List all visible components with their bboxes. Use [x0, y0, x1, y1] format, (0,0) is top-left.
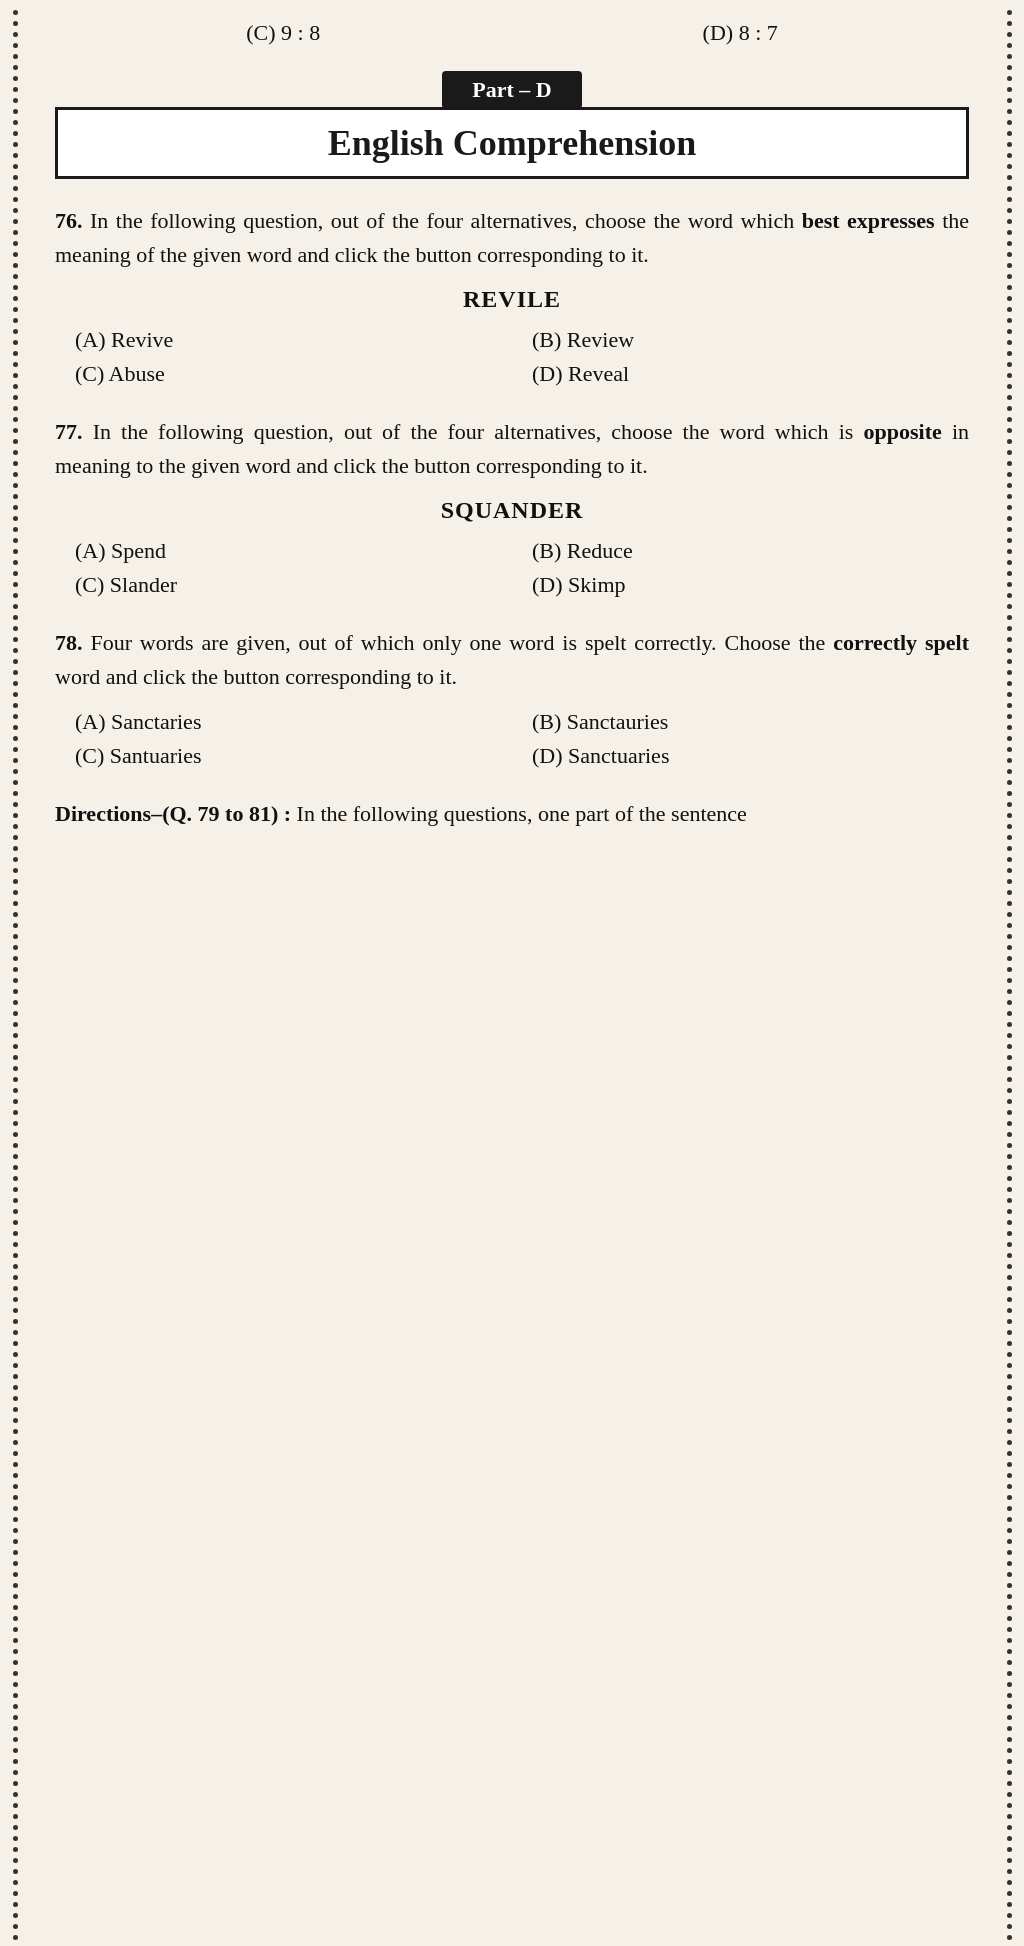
directions-label: Directions–(Q. 79 to 81) :: [55, 801, 291, 826]
directions-block: Directions–(Q. 79 to 81) : In the follow…: [55, 797, 969, 831]
q76-number: 76.: [55, 208, 83, 233]
q77-option-a: (A) Spend: [75, 538, 492, 564]
question-78: 78. Four words are given, out of which o…: [55, 626, 969, 768]
option-c-top: (C) 9 : 8: [246, 20, 320, 46]
top-options-row: (C) 9 : 8 (D) 8 : 7: [55, 20, 969, 46]
directions-content: In the following questions, one part of …: [291, 801, 747, 826]
section-title: English Comprehension: [78, 122, 946, 164]
q78-text-before: Four words are given, out of which only …: [90, 630, 833, 655]
q76-option-c: (C) Abuse: [75, 361, 492, 387]
main-content: (C) 9 : 8 (D) 8 : 7 Part – D English Com…: [35, 0, 989, 879]
q76-word: REVILE: [55, 286, 969, 313]
dotted-border-left: [0, 0, 30, 1946]
q77-option-c: (C) Slander: [75, 572, 492, 598]
q76-text-before: In the following question, out of the fo…: [90, 208, 802, 233]
q77-option-b: (B) Reduce: [532, 538, 949, 564]
directions-text: Directions–(Q. 79 to 81) : In the follow…: [55, 797, 969, 831]
q76-keyword: best expresses: [802, 208, 935, 233]
q78-option-d: (D) Sanctuaries: [532, 743, 949, 769]
q78-option-c: (C) Santuaries: [75, 743, 492, 769]
dotted-border-right: [994, 0, 1024, 1946]
q78-option-a: (A) Sanctaries: [75, 709, 492, 735]
q77-word: SQUANDER: [55, 497, 969, 524]
question-77-text: 77. In the following question, out of th…: [55, 415, 969, 483]
section-title-box: English Comprehension: [55, 107, 969, 179]
q77-keyword: opposite: [864, 419, 942, 444]
part-badge: Part – D: [442, 71, 581, 109]
question-78-text: 78. Four words are given, out of which o…: [55, 626, 969, 694]
page-container: (C) 9 : 8 (D) 8 : 7 Part – D English Com…: [0, 0, 1024, 1946]
q76-option-d: (D) Reveal: [532, 361, 949, 387]
q76-option-b: (B) Review: [532, 327, 949, 353]
q76-options: (A) Revive (B) Review (C) Abuse (D) Reve…: [55, 327, 969, 387]
q78-options: (A) Sanctaries (B) Sanctauries (C) Santu…: [55, 709, 969, 769]
q78-keyword: correctly spelt: [833, 630, 969, 655]
q78-text-after: word and click the button corresponding …: [55, 664, 457, 689]
question-76-text: 76. In the following question, out of th…: [55, 204, 969, 272]
q77-text-before: In the following question, out of the fo…: [93, 419, 864, 444]
q78-number: 78.: [55, 630, 83, 655]
q78-option-b: (B) Sanctauries: [532, 709, 949, 735]
part-header-container: Part – D: [55, 71, 969, 107]
q77-options: (A) Spend (B) Reduce (C) Slander (D) Ski…: [55, 538, 969, 598]
q77-option-d: (D) Skimp: [532, 572, 949, 598]
option-d-top: (D) 8 : 7: [703, 20, 778, 46]
q77-number: 77.: [55, 419, 83, 444]
q76-option-a: (A) Revive: [75, 327, 492, 353]
question-76: 76. In the following question, out of th…: [55, 204, 969, 387]
question-77: 77. In the following question, out of th…: [55, 415, 969, 598]
